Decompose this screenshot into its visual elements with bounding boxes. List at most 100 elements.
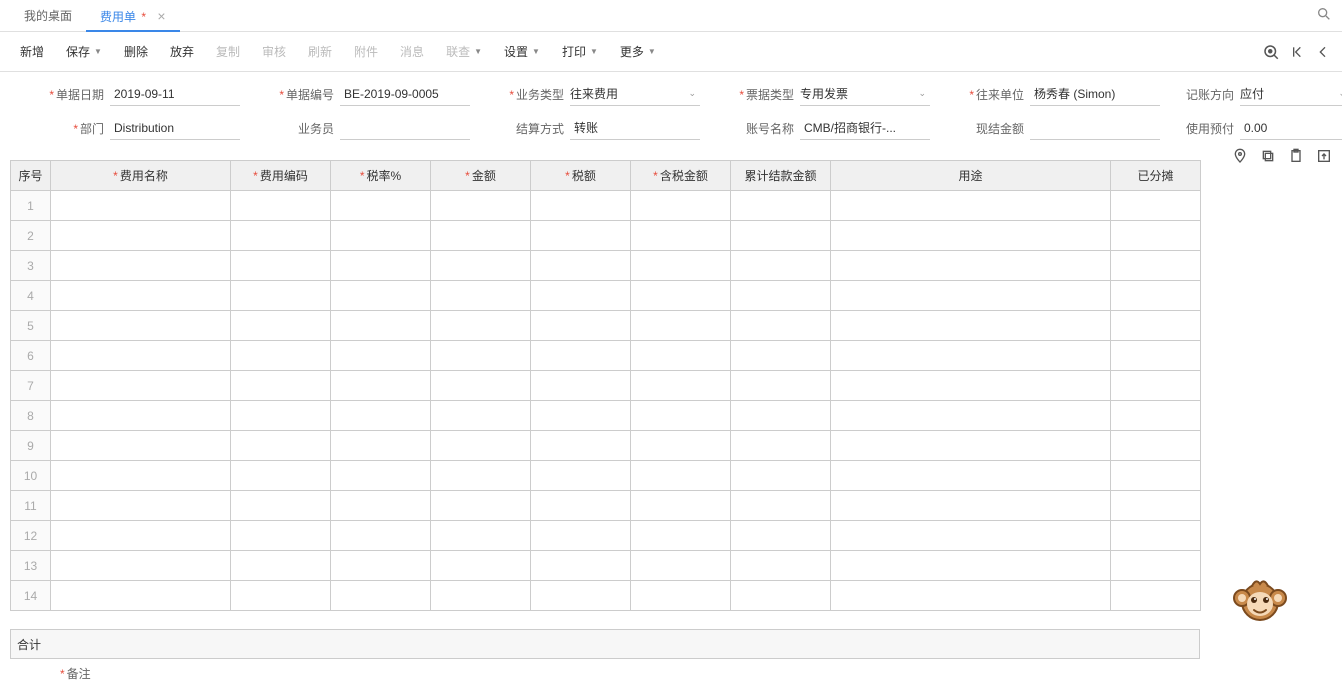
cell[interactable] <box>331 581 431 611</box>
col-amount[interactable]: *金额 <box>431 161 531 191</box>
cell[interactable] <box>631 521 731 551</box>
cell[interactable] <box>831 221 1111 251</box>
location-icon[interactable] <box>1232 148 1250 166</box>
cell[interactable] <box>1111 551 1201 581</box>
cell[interactable] <box>831 191 1111 221</box>
cell[interactable] <box>731 311 831 341</box>
assistant-mascot-icon[interactable] <box>1228 568 1292 632</box>
relate-button[interactable]: 联查▼ <box>436 38 492 66</box>
cell[interactable] <box>831 431 1111 461</box>
cell[interactable] <box>1111 521 1201 551</box>
cell[interactable] <box>331 461 431 491</box>
cell[interactable] <box>631 281 731 311</box>
cell[interactable] <box>1111 281 1201 311</box>
cell[interactable] <box>831 251 1111 281</box>
cell[interactable] <box>51 281 231 311</box>
cell[interactable] <box>531 431 631 461</box>
cell[interactable] <box>531 551 631 581</box>
settle-input[interactable] <box>570 116 700 140</box>
paste-icon[interactable] <box>1288 148 1306 166</box>
col-usage[interactable]: 用途 <box>831 161 1111 191</box>
cell[interactable] <box>331 281 431 311</box>
cell[interactable] <box>331 341 431 371</box>
search-icon[interactable] <box>1316 6 1336 26</box>
cell[interactable] <box>831 491 1111 521</box>
biz-type-select[interactable]: 往来费用⌄ <box>570 82 700 106</box>
cell[interactable] <box>51 371 231 401</box>
cell[interactable] <box>531 521 631 551</box>
cell[interactable] <box>831 551 1111 581</box>
cell[interactable] <box>531 401 631 431</box>
cell[interactable] <box>1111 371 1201 401</box>
cell[interactable] <box>51 311 231 341</box>
table-row[interactable]: 11 <box>11 491 1201 521</box>
cell[interactable] <box>431 251 531 281</box>
cell[interactable] <box>231 461 331 491</box>
discard-button[interactable]: 放弃 <box>160 38 204 66</box>
cell[interactable] <box>631 581 731 611</box>
cell[interactable] <box>231 551 331 581</box>
attach-button[interactable]: 附件 <box>344 38 388 66</box>
cell[interactable] <box>831 581 1111 611</box>
cell[interactable] <box>631 461 731 491</box>
cell[interactable] <box>231 431 331 461</box>
cell[interactable] <box>531 311 631 341</box>
table-row[interactable]: 8 <box>11 401 1201 431</box>
col-code[interactable]: *费用编码 <box>231 161 331 191</box>
table-row[interactable]: 1 <box>11 191 1201 221</box>
cell[interactable] <box>631 551 731 581</box>
cell[interactable] <box>51 191 231 221</box>
cell[interactable] <box>631 491 731 521</box>
cell[interactable] <box>231 581 331 611</box>
cell[interactable] <box>431 281 531 311</box>
cell[interactable] <box>231 401 331 431</box>
cell[interactable] <box>531 491 631 521</box>
cell[interactable] <box>51 521 231 551</box>
print-button[interactable]: 打印▼ <box>552 38 608 66</box>
new-button[interactable]: 新增 <box>10 38 54 66</box>
salesman-input[interactable] <box>340 116 470 140</box>
cell[interactable] <box>731 521 831 551</box>
cell[interactable] <box>51 581 231 611</box>
table-row[interactable]: 4 <box>11 281 1201 311</box>
acct-dir-select[interactable]: 应付⌄ <box>1240 82 1342 106</box>
cell[interactable] <box>431 431 531 461</box>
cell[interactable] <box>431 491 531 521</box>
cell[interactable] <box>231 491 331 521</box>
cell[interactable] <box>631 311 731 341</box>
cell[interactable] <box>731 251 831 281</box>
cell[interactable] <box>51 461 231 491</box>
cell[interactable] <box>531 221 631 251</box>
cell[interactable] <box>431 341 531 371</box>
cell[interactable] <box>431 581 531 611</box>
invoice-type-select[interactable]: 专用发票⌄ <box>800 82 930 106</box>
account-input[interactable] <box>800 116 930 140</box>
col-cumulative[interactable]: 累计结款金额 <box>731 161 831 191</box>
cell[interactable] <box>731 371 831 401</box>
cell[interactable] <box>631 191 731 221</box>
col-allocated[interactable]: 已分摊 <box>1111 161 1201 191</box>
cell[interactable] <box>1111 401 1201 431</box>
cell[interactable] <box>51 431 231 461</box>
copy-button[interactable]: 复制 <box>206 38 250 66</box>
bill-date-input[interactable] <box>110 82 240 106</box>
cell[interactable] <box>631 401 731 431</box>
more-button[interactable]: 更多▼ <box>610 38 666 66</box>
cell[interactable] <box>531 581 631 611</box>
cell[interactable] <box>51 251 231 281</box>
cell[interactable] <box>831 461 1111 491</box>
cell[interactable] <box>331 251 431 281</box>
audit-button[interactable]: 审核 <box>252 38 296 66</box>
cell[interactable] <box>1111 461 1201 491</box>
copy-icon[interactable] <box>1260 148 1278 166</box>
cell[interactable] <box>51 341 231 371</box>
cell[interactable] <box>331 311 431 341</box>
cell[interactable] <box>1111 221 1201 251</box>
cell[interactable] <box>831 521 1111 551</box>
cell[interactable] <box>331 491 431 521</box>
cell[interactable] <box>631 221 731 251</box>
tab-expense[interactable]: 费用单 * × <box>86 0 180 32</box>
cell[interactable] <box>331 221 431 251</box>
cell[interactable] <box>51 401 231 431</box>
cell[interactable] <box>1111 341 1201 371</box>
